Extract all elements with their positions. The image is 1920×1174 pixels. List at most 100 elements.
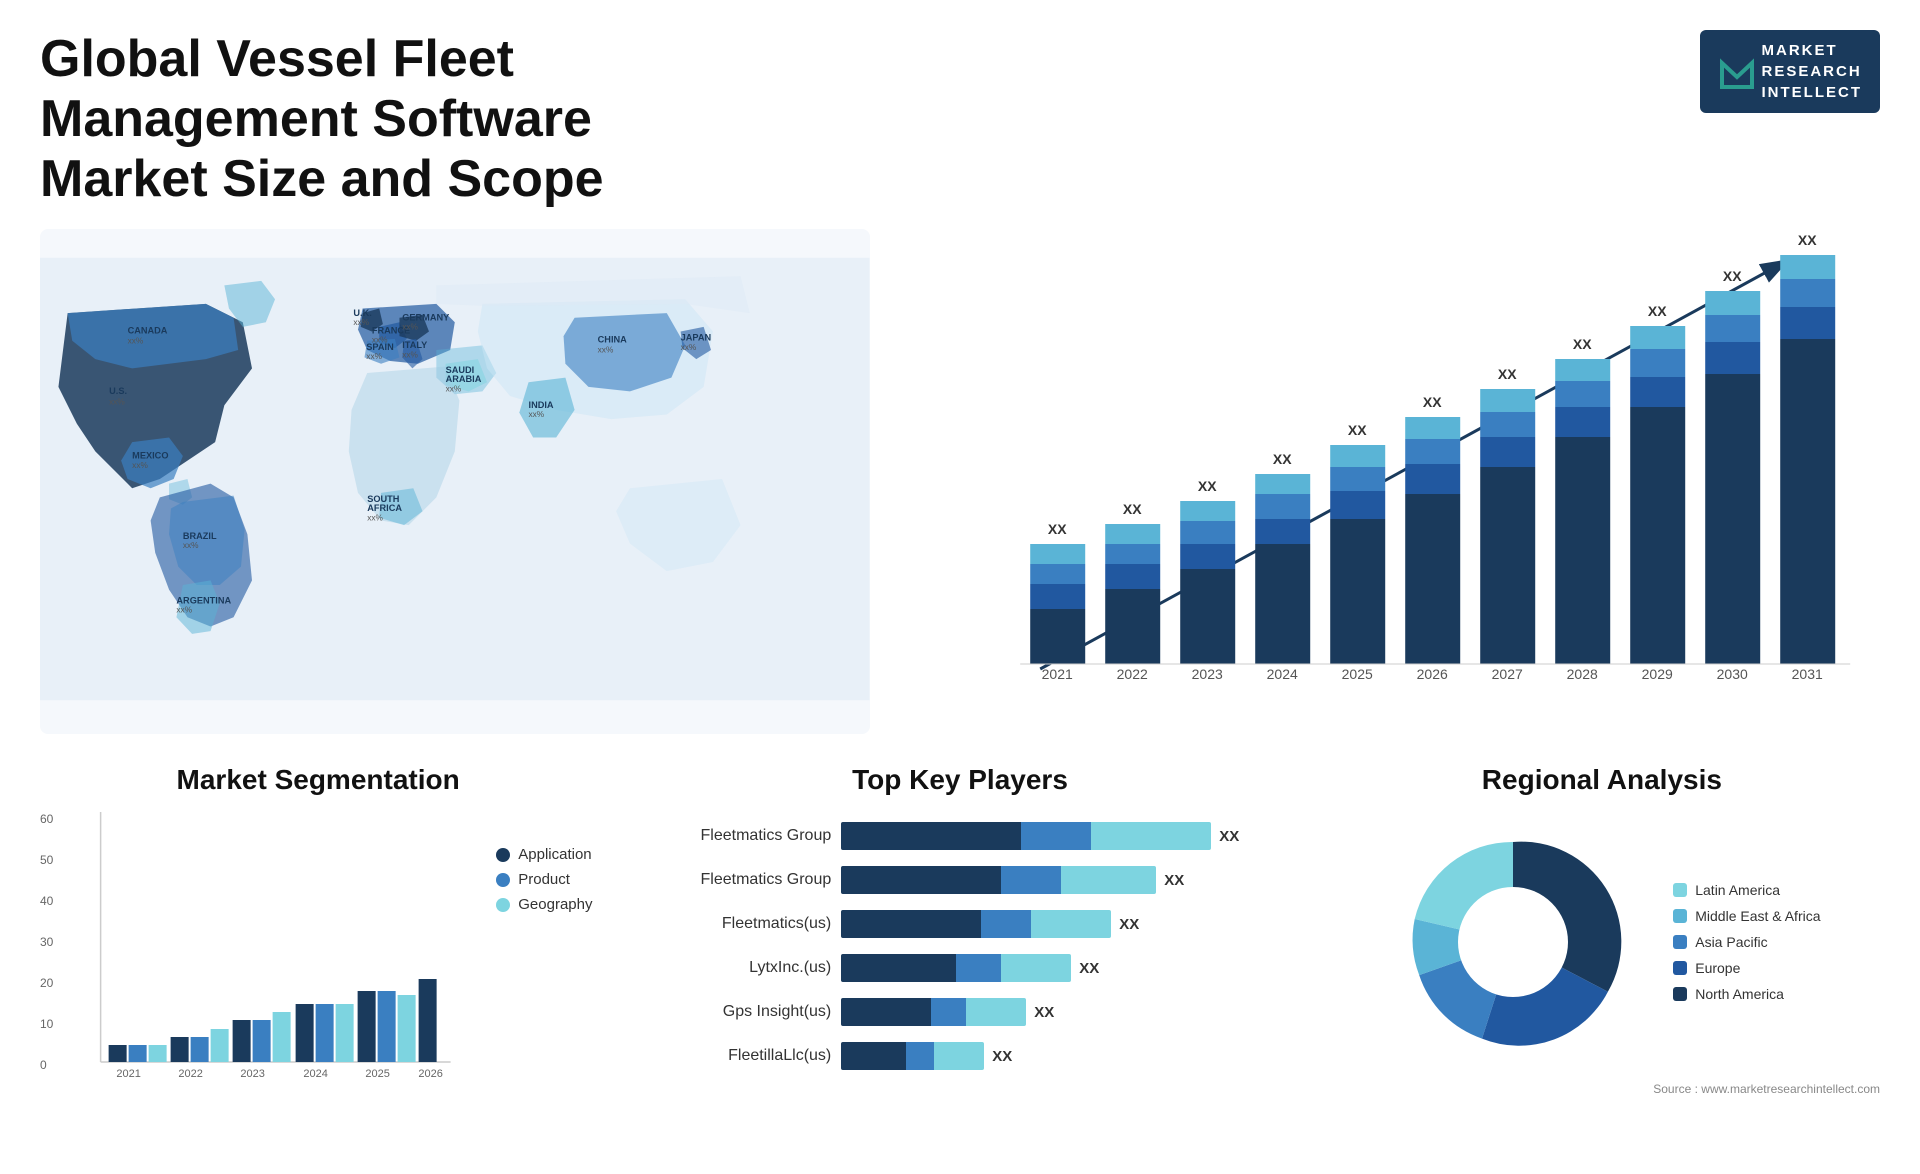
bar-2031-seg3	[1780, 279, 1835, 307]
segment-title: Market Segmentation	[40, 764, 596, 796]
seg-2022-prod	[191, 1037, 209, 1062]
player-bar-2	[841, 866, 1156, 894]
bar-chart-svg: XX 2021 XX 2022 XX 2023	[900, 229, 1880, 729]
donut-dot-latin	[1673, 883, 1687, 897]
segment-chart-wrapper: 0 10 20 30 40 50 60	[40, 812, 456, 1087]
map-value-italy: xx%	[402, 350, 418, 360]
bar-2027-seg4	[1480, 389, 1535, 412]
seg-2024-geo	[336, 1004, 354, 1062]
page-title: Global Vessel Fleet Management Software …	[40, 30, 740, 209]
bar-2022-seg4	[1105, 524, 1160, 544]
bar-2030-seg1	[1705, 374, 1760, 664]
legend-product-dot	[496, 873, 510, 887]
logo-icon	[1718, 53, 1756, 91]
bar-2031-seg4	[1780, 255, 1835, 279]
seg-xlabel-2024: 2024	[303, 1068, 327, 1080]
donut-legend-latin: Latin America	[1673, 882, 1820, 898]
bar-2024-seg4	[1255, 474, 1310, 494]
map-value-argentina: xx%	[176, 605, 192, 615]
players-section: Top Key Players Fleetmatics Group XX Fl	[626, 764, 1294, 1144]
bar-2030-seg2	[1705, 342, 1760, 374]
bar-2028-seg2	[1555, 407, 1610, 437]
map-value-saudi: xx%	[446, 384, 462, 394]
donut-label-north-america: North America	[1695, 986, 1784, 1002]
bar-2023-seg3	[1180, 521, 1235, 544]
bar-seg-4-1	[841, 954, 956, 982]
legend-product: Product	[496, 871, 596, 888]
segment-section: Market Segmentation 0 10 20 30 40 50 60	[40, 764, 596, 1144]
player-bar-wrap-2: XX	[841, 866, 1274, 894]
donut-dot-europe	[1673, 961, 1687, 975]
donut-legend-europe: Europe	[1673, 960, 1820, 976]
player-bar-6	[841, 1042, 984, 1070]
seg-2025-app	[358, 991, 376, 1062]
bar-2028-label: XX	[1572, 336, 1591, 352]
logo-box: MARKET RESEARCH INTELLECT	[1700, 30, 1881, 113]
map-label-canada: CANADA	[128, 326, 168, 336]
seg-2021-geo	[149, 1045, 167, 1062]
player-xx-2: XX	[1164, 872, 1184, 889]
bar-2031-year: 2031	[1791, 666, 1822, 682]
seg-2025-prod	[378, 991, 396, 1062]
bar-2027-label: XX	[1497, 366, 1516, 382]
bar-2025-seg3	[1330, 467, 1385, 491]
bar-2021-seg4	[1030, 544, 1085, 564]
player-row-2: Fleetmatics Group XX	[646, 866, 1274, 894]
bar-2028-seg1	[1555, 437, 1610, 664]
bar-2029-seg3	[1630, 349, 1685, 377]
bar-2021-seg2	[1030, 584, 1085, 609]
bar-2021-label: XX	[1047, 521, 1066, 537]
bar-seg-2-1	[841, 866, 1001, 894]
bar-2025-seg4	[1330, 445, 1385, 467]
bar-2029-label: XX	[1647, 303, 1666, 319]
y-label-0: 0	[40, 1058, 53, 1072]
donut-label-europe: Europe	[1695, 960, 1740, 976]
source-text: Source : www.marketresearchintellect.com	[1324, 1082, 1880, 1096]
seg-xlabel-2022: 2022	[178, 1068, 202, 1080]
bar-2029-seg2	[1630, 377, 1685, 407]
bar-2022-seg3	[1105, 544, 1160, 564]
bar-2023-year: 2023	[1191, 666, 1222, 682]
player-name-4: LytxInc.(us)	[646, 959, 831, 977]
donut-chart-svg	[1383, 812, 1643, 1072]
bar-2022-year: 2022	[1116, 666, 1147, 682]
bar-2022-seg1	[1105, 589, 1160, 664]
donut-legend-north-america: North America	[1673, 986, 1820, 1002]
donut-label-asia: Asia Pacific	[1695, 934, 1767, 950]
legend-geography: Geography	[496, 896, 596, 913]
bar-2025-seg1	[1330, 519, 1385, 664]
y-label-10: 10	[40, 1017, 53, 1031]
player-bars-list: Fleetmatics Group XX Fleetmatics Group	[626, 812, 1294, 1080]
bar-2026-seg3	[1405, 439, 1460, 464]
player-row-6: FleetillaLlc(us) XX	[646, 1042, 1274, 1070]
y-label-50: 50	[40, 853, 53, 867]
player-xx-5: XX	[1034, 1004, 1054, 1021]
bar-seg-1-3	[1091, 822, 1211, 850]
player-name-3: Fleetmatics(us)	[646, 915, 831, 933]
bar-2025-label: XX	[1347, 422, 1366, 438]
seg-2026-app	[419, 979, 437, 1062]
page: Global Vessel Fleet Management Software …	[0, 0, 1920, 1174]
y-label-30: 30	[40, 935, 53, 949]
player-bar-3	[841, 910, 1111, 938]
player-xx-1: XX	[1219, 828, 1239, 845]
bar-seg-5-1	[841, 998, 931, 1026]
logo-line3: INTELLECT	[1762, 82, 1863, 103]
seg-2022-app	[171, 1037, 189, 1062]
seg-xlabel-2026: 2026	[418, 1068, 442, 1080]
bar-2021-seg1	[1030, 609, 1085, 664]
bar-2030-seg4	[1705, 291, 1760, 315]
donut-dot-asia	[1673, 935, 1687, 949]
legend-geography-label: Geography	[518, 896, 592, 913]
player-bar-wrap-5: XX	[841, 998, 1274, 1026]
regional-title: Regional Analysis	[1324, 764, 1880, 796]
bar-seg-4-2	[956, 954, 1001, 982]
y-label-20: 20	[40, 976, 53, 990]
y-label-40: 40	[40, 894, 53, 908]
bar-seg-2-2	[1001, 866, 1061, 894]
bar-2026-seg4	[1405, 417, 1460, 439]
player-bar-wrap-6: XX	[841, 1042, 1274, 1070]
player-bar-wrap-3: XX	[841, 910, 1274, 938]
legend-application-label: Application	[518, 846, 591, 863]
bar-2023-seg2	[1180, 544, 1235, 569]
